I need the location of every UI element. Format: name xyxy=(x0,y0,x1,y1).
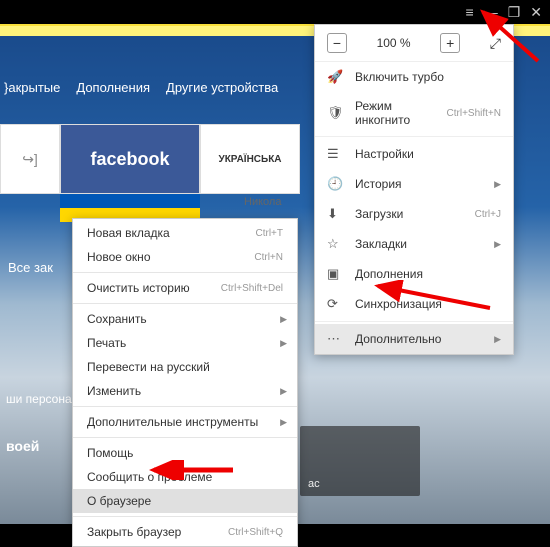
menu-history[interactable]: 🕘 История▶ xyxy=(315,169,513,199)
chevron-right-icon: ▶ xyxy=(280,314,287,325)
sliders-icon: ☰ xyxy=(327,146,345,162)
sync-icon: ⟳ xyxy=(327,296,345,312)
main-menu: − 100 % + ⤢ 🚀 Включить турбо 🛡 Режим инког… xyxy=(314,24,514,355)
menu-separator xyxy=(315,321,513,322)
submenu-new-window-label: Новое окно xyxy=(87,250,254,264)
menu-downloads-shortcut: Ctrl+J xyxy=(475,209,501,220)
menu-more-label: Дополнительно xyxy=(355,332,494,346)
submenu-about[interactable]: О браузере xyxy=(73,489,297,513)
more-submenu: Новая вкладкаCtrl+T Новое окноCtrl+N Очи… xyxy=(72,218,298,547)
menu-bookmarks-label: Закладки xyxy=(355,237,494,251)
submenu-edit[interactable]: Изменить▶ xyxy=(73,379,297,403)
submenu-clear-history-label: Очистить историю xyxy=(87,281,221,295)
submenu-report[interactable]: Сообщить о проблеме xyxy=(73,465,297,489)
maximize-button[interactable]: ❐ xyxy=(508,5,521,19)
speed-dial-facebook[interactable]: facebook xyxy=(60,124,200,194)
shortcut: Ctrl+Shift+Del xyxy=(221,283,283,294)
menu-turbo[interactable]: 🚀 Включить турбо xyxy=(315,62,513,92)
shield-icon: 🛡 xyxy=(327,105,345,121)
menu-sync[interactable]: ⟳ Синхронизация xyxy=(315,289,513,319)
menu-separator xyxy=(315,136,513,137)
import-icon: ↪] xyxy=(22,151,38,168)
rocket-icon: 🚀 xyxy=(327,69,345,85)
submenu-new-tab-label: Новая вкладка xyxy=(87,226,256,240)
chevron-right-icon: ▶ xyxy=(280,386,287,397)
text-all-bookmarks: Все зак xyxy=(8,260,53,275)
zoom-in-button[interactable]: + xyxy=(440,33,460,53)
shortcut: Ctrl+N xyxy=(254,252,283,263)
submenu-dev-tools-label: Дополнительные инструменты xyxy=(87,415,283,429)
menu-separator xyxy=(73,272,297,273)
menu-downloads[interactable]: ⬇ ЗагрузкиCtrl+J xyxy=(315,199,513,229)
menu-separator xyxy=(73,516,297,517)
window-titlebar: ≡ — ❐ ✕ xyxy=(458,0,550,24)
menu-incognito[interactable]: 🛡 Режим инкогнитоCtrl+Shift+N xyxy=(315,92,513,134)
speed-dial-row: ↪] facebook УКРАЇНСЬКА xyxy=(0,124,300,194)
minimize-button[interactable]: — xyxy=(484,5,498,19)
submenu-help-label: Помощь xyxy=(87,446,283,460)
menu-separator xyxy=(73,406,297,407)
submenu-print[interactable]: Печать▶ xyxy=(73,331,297,355)
submenu-save[interactable]: Сохранить▶ xyxy=(73,307,297,331)
menu-separator xyxy=(73,303,297,304)
menu-sync-label: Синхронизация xyxy=(355,297,501,311)
speed-dial-tile[interactable]: ↪] xyxy=(0,124,60,194)
menu-more[interactable]: ⋯ Дополнительно▶ xyxy=(315,324,513,354)
menu-addons[interactable]: ▣ Дополнения xyxy=(315,259,513,289)
news-label: ас xyxy=(308,478,320,490)
menu-addons-label: Дополнения xyxy=(355,267,501,281)
submenu-translate[interactable]: Перевести на русский xyxy=(73,355,297,379)
submenu-clear-history[interactable]: Очистить историюCtrl+Shift+Del xyxy=(73,276,297,300)
bookmarks-bar: }акрытые Дополнения Другие устройства xyxy=(4,80,278,95)
shortcut: Ctrl+T xyxy=(256,228,284,239)
clock-icon: 🕘 xyxy=(327,176,345,192)
submenu-about-label: О браузере xyxy=(87,494,283,508)
puzzle-icon: ▣ xyxy=(327,266,345,282)
nav-devices[interactable]: Другие устройства xyxy=(166,80,278,95)
chevron-right-icon: ▶ xyxy=(494,334,501,345)
submenu-new-window[interactable]: Новое окноCtrl+N xyxy=(73,245,297,269)
menu-settings-label: Настройки xyxy=(355,147,501,161)
label-nikola: Никола xyxy=(244,196,281,208)
menu-history-label: История xyxy=(355,177,494,191)
submenu-help[interactable]: Помощь xyxy=(73,441,297,465)
zoom-controls: − 100 % + ⤢ xyxy=(315,25,513,62)
chevron-right-icon: ▶ xyxy=(494,179,501,190)
chevron-right-icon: ▶ xyxy=(494,239,501,250)
shortcut: Ctrl+Shift+Q xyxy=(228,527,283,538)
chevron-right-icon: ▶ xyxy=(280,338,287,349)
nav-addons[interactable]: Дополнения xyxy=(76,80,150,95)
submenu-new-tab[interactable]: Новая вкладкаCtrl+T xyxy=(73,221,297,245)
dots-icon: ⋯ xyxy=(327,331,345,347)
submenu-edit-label: Изменить xyxy=(87,384,283,398)
submenu-quit-label: Закрыть браузер xyxy=(87,525,228,539)
fullscreen-icon[interactable]: ⤢ xyxy=(490,35,501,52)
menu-incognito-shortcut: Ctrl+Shift+N xyxy=(447,108,501,119)
menu-incognito-label: Режим инкогнито xyxy=(355,99,447,127)
download-icon: ⬇ xyxy=(327,206,345,222)
menu-separator xyxy=(73,437,297,438)
submenu-dev-tools[interactable]: Дополнительные инструменты▶ xyxy=(73,410,297,434)
menu-bookmarks[interactable]: ☆ Закладки▶ xyxy=(315,229,513,259)
menu-turbo-label: Включить турбо xyxy=(355,70,501,84)
text-personal: ши персонал xyxy=(6,392,79,406)
menu-settings[interactable]: ☰ Настройки xyxy=(315,139,513,169)
news-tile[interactable]: ас xyxy=(300,426,420,496)
hamburger-icon[interactable]: ≡ xyxy=(466,5,474,19)
submenu-report-label: Сообщить о проблеме xyxy=(87,470,283,484)
submenu-translate-label: Перевести на русский xyxy=(87,360,283,374)
submenu-print-label: Печать xyxy=(87,336,283,350)
text-voey: воей xyxy=(6,438,39,454)
star-icon: ☆ xyxy=(327,236,345,252)
menu-downloads-label: Загрузки xyxy=(355,207,475,221)
nav-closed[interactable]: }акрытые xyxy=(4,80,60,95)
submenu-save-label: Сохранить xyxy=(87,312,283,326)
speed-dial-ukrainska[interactable]: УКРАЇНСЬКА xyxy=(200,124,300,194)
zoom-value: 100 % xyxy=(377,36,411,50)
close-button[interactable]: ✕ xyxy=(530,5,542,19)
zoom-out-button[interactable]: − xyxy=(327,33,347,53)
chevron-right-icon: ▶ xyxy=(280,417,287,428)
